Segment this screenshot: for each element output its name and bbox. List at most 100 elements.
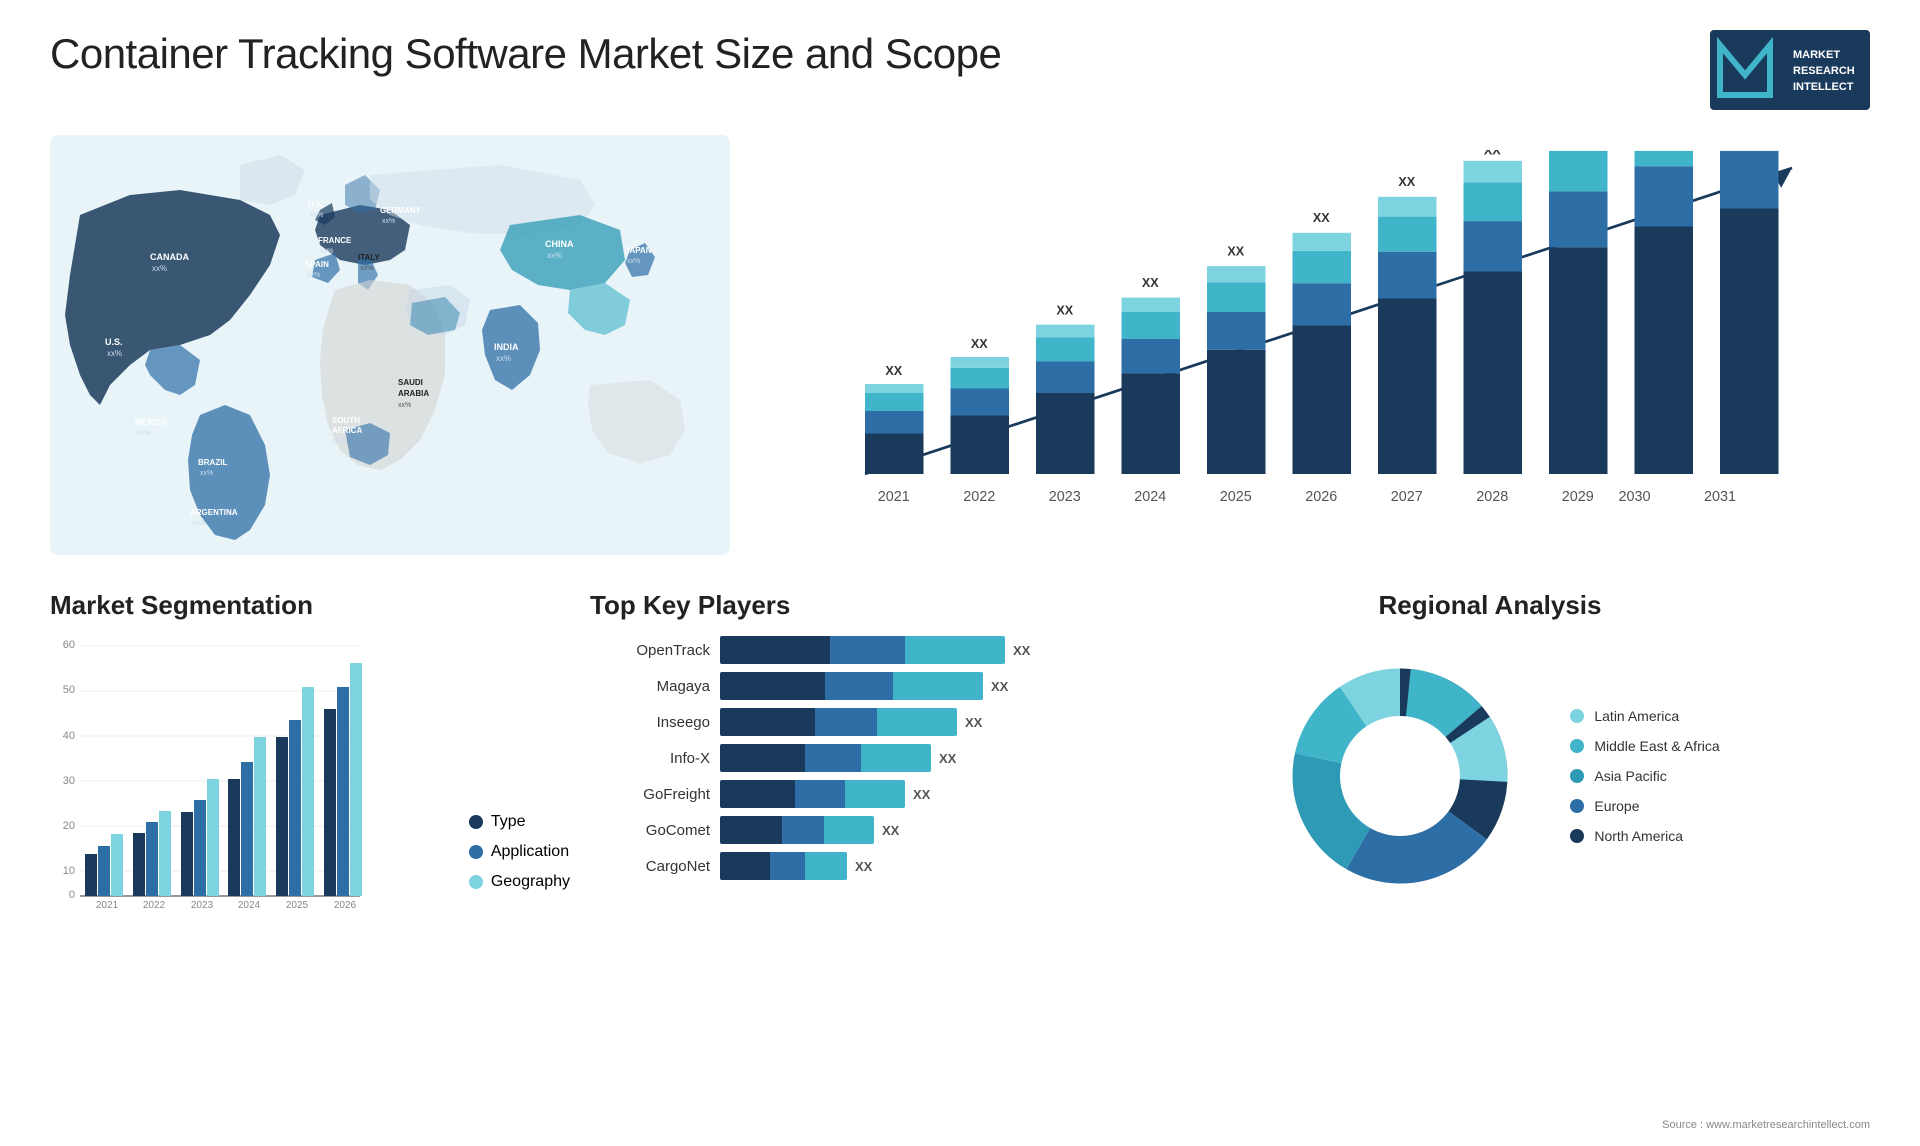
bar-seg1 <box>720 708 815 736</box>
bar-seg1 <box>720 852 770 880</box>
donut-chart <box>1260 636 1540 916</box>
svg-text:2027: 2027 <box>1391 489 1423 505</box>
svg-text:XX: XX <box>1056 304 1073 318</box>
reg-legend-latin-america: Latin America <box>1570 708 1719 724</box>
reg-dot-asia-pacific <box>1570 769 1584 783</box>
svg-text:xx%: xx% <box>192 520 205 527</box>
player-xx: XX <box>882 823 899 838</box>
player-bar-wrap: XX <box>720 780 1090 808</box>
svg-text:XX: XX <box>1484 150 1501 158</box>
svg-text:xx%: xx% <box>627 258 640 265</box>
svg-text:xx%: xx% <box>496 354 511 363</box>
logo-box: MARKET RESEARCH INTELLECT <box>1710 30 1870 110</box>
legend-item-geography: Geography <box>469 873 570 891</box>
player-name: Info-X <box>590 750 710 767</box>
player-bar-wrap: XX <box>720 744 1090 772</box>
svg-text:U.S.: U.S. <box>105 337 123 347</box>
player-row-magaya: Magaya XX <box>590 672 1090 700</box>
reg-dot-middle-east <box>1570 739 1584 753</box>
player-bar <box>720 852 847 880</box>
svg-text:2023: 2023 <box>191 900 214 911</box>
svg-text:xx%: xx% <box>107 349 122 358</box>
player-bar-wrap: XX <box>720 852 1090 880</box>
player-bar-wrap: XX <box>720 636 1090 664</box>
svg-text:xx%: xx% <box>382 218 395 225</box>
svg-text:ARABIA: ARABIA <box>398 389 429 398</box>
bar-seg3 <box>861 744 931 772</box>
legend-label-application: Application <box>491 843 569 861</box>
regional-content: Latin America Middle East & Africa Asia … <box>1110 636 1870 916</box>
svg-text:JAPAN: JAPAN <box>625 246 652 255</box>
reg-label-middle-east: Middle East & Africa <box>1594 738 1719 754</box>
bar-seg1 <box>720 780 795 808</box>
bar-chart-svg: 2021 XX 2022 XX 2023 XX <box>780 150 1850 510</box>
player-bar <box>720 708 957 736</box>
player-bar-wrap: XX <box>720 816 1090 844</box>
header: Container Tracking Software Market Size … <box>50 30 1870 110</box>
svg-text:0: 0 <box>69 889 75 901</box>
svg-text:INTELLECT: INTELLECT <box>1793 81 1854 93</box>
svg-text:SOUTH: SOUTH <box>332 416 360 425</box>
svg-text:XX: XX <box>1227 244 1244 258</box>
player-name: Magaya <box>590 678 710 695</box>
segmentation-chart: 60 50 40 30 20 10 0 <box>50 636 370 916</box>
svg-text:xx%: xx% <box>137 430 150 437</box>
svg-text:CANADA: CANADA <box>150 252 189 262</box>
legend-label-geography: Geography <box>491 873 570 891</box>
bar-seg3 <box>877 708 957 736</box>
reg-legend-north-america: North America <box>1570 828 1719 844</box>
bar-seg2 <box>770 852 805 880</box>
svg-text:2025: 2025 <box>1220 489 1252 505</box>
bar-seg3 <box>905 636 1005 664</box>
svg-text:xx%: xx% <box>332 438 345 445</box>
svg-text:2029: 2029 <box>1562 489 1594 505</box>
svg-text:SPAIN: SPAIN <box>305 260 329 269</box>
logo-svg: MARKET RESEARCH INTELLECT <box>1710 30 1870 110</box>
player-name: Inseego <box>590 714 710 731</box>
regional-legend: Latin America Middle East & Africa Asia … <box>1570 708 1719 844</box>
bar-chart-area: 2021 XX 2022 XX 2023 XX <box>760 130 1870 560</box>
bar-seg2 <box>805 744 861 772</box>
regional-title: Regional Analysis <box>1110 590 1870 621</box>
svg-text:30: 30 <box>63 775 75 787</box>
svg-text:xx%: xx% <box>152 264 167 273</box>
player-name: GoFreight <box>590 786 710 803</box>
svg-text:XX: XX <box>885 364 902 378</box>
reg-label-europe: Europe <box>1594 798 1639 814</box>
page-title: Container Tracking Software Market Size … <box>50 30 1001 78</box>
reg-dot-latin-america <box>1570 709 1584 723</box>
reg-label-latin-america: Latin America <box>1594 708 1679 724</box>
bar-seg1 <box>720 816 782 844</box>
player-bar <box>720 780 905 808</box>
bar-seg1 <box>720 744 805 772</box>
player-bar-wrap: XX <box>720 708 1090 736</box>
svg-text:2031: 2031 <box>1704 489 1736 505</box>
player-name: CargoNet <box>590 858 710 875</box>
reg-legend-asia-pacific: Asia Pacific <box>1570 768 1719 784</box>
reg-dot-north-america <box>1570 829 1584 843</box>
bar-seg3 <box>845 780 905 808</box>
svg-text:ARGENTINA: ARGENTINA <box>190 508 238 517</box>
map-area: CANADA xx% U.S. xx% MEXICO xx% BRAZIL xx… <box>50 130 730 560</box>
bar-seg2 <box>825 672 893 700</box>
player-bar-wrap: XX <box>720 672 1090 700</box>
player-row-gofreight: GoFreight XX <box>590 780 1090 808</box>
svg-text:xx%: xx% <box>320 248 333 255</box>
logo-area: MARKET RESEARCH INTELLECT <box>1710 30 1870 110</box>
svg-text:GERMANY: GERMANY <box>380 206 422 215</box>
top-section: CANADA xx% U.S. xx% MEXICO xx% BRAZIL xx… <box>50 130 1870 560</box>
player-xx: XX <box>913 787 930 802</box>
player-name: OpenTrack <box>590 642 710 659</box>
seg-legend: Type Application Geography <box>469 813 570 921</box>
svg-text:2021: 2021 <box>96 900 119 911</box>
reg-label-north-america: North America <box>1594 828 1683 844</box>
player-row-inseego: Inseego XX <box>590 708 1090 736</box>
bar-seg3 <box>824 816 874 844</box>
player-name: GoComet <box>590 822 710 839</box>
svg-text:SAUDI: SAUDI <box>398 378 423 387</box>
bar-seg2 <box>815 708 877 736</box>
reg-label-asia-pacific: Asia Pacific <box>1594 768 1666 784</box>
svg-text:2024: 2024 <box>1134 489 1166 505</box>
legend-item-application: Application <box>469 843 570 861</box>
players-list: OpenTrack XX Magaya <box>590 636 1090 880</box>
